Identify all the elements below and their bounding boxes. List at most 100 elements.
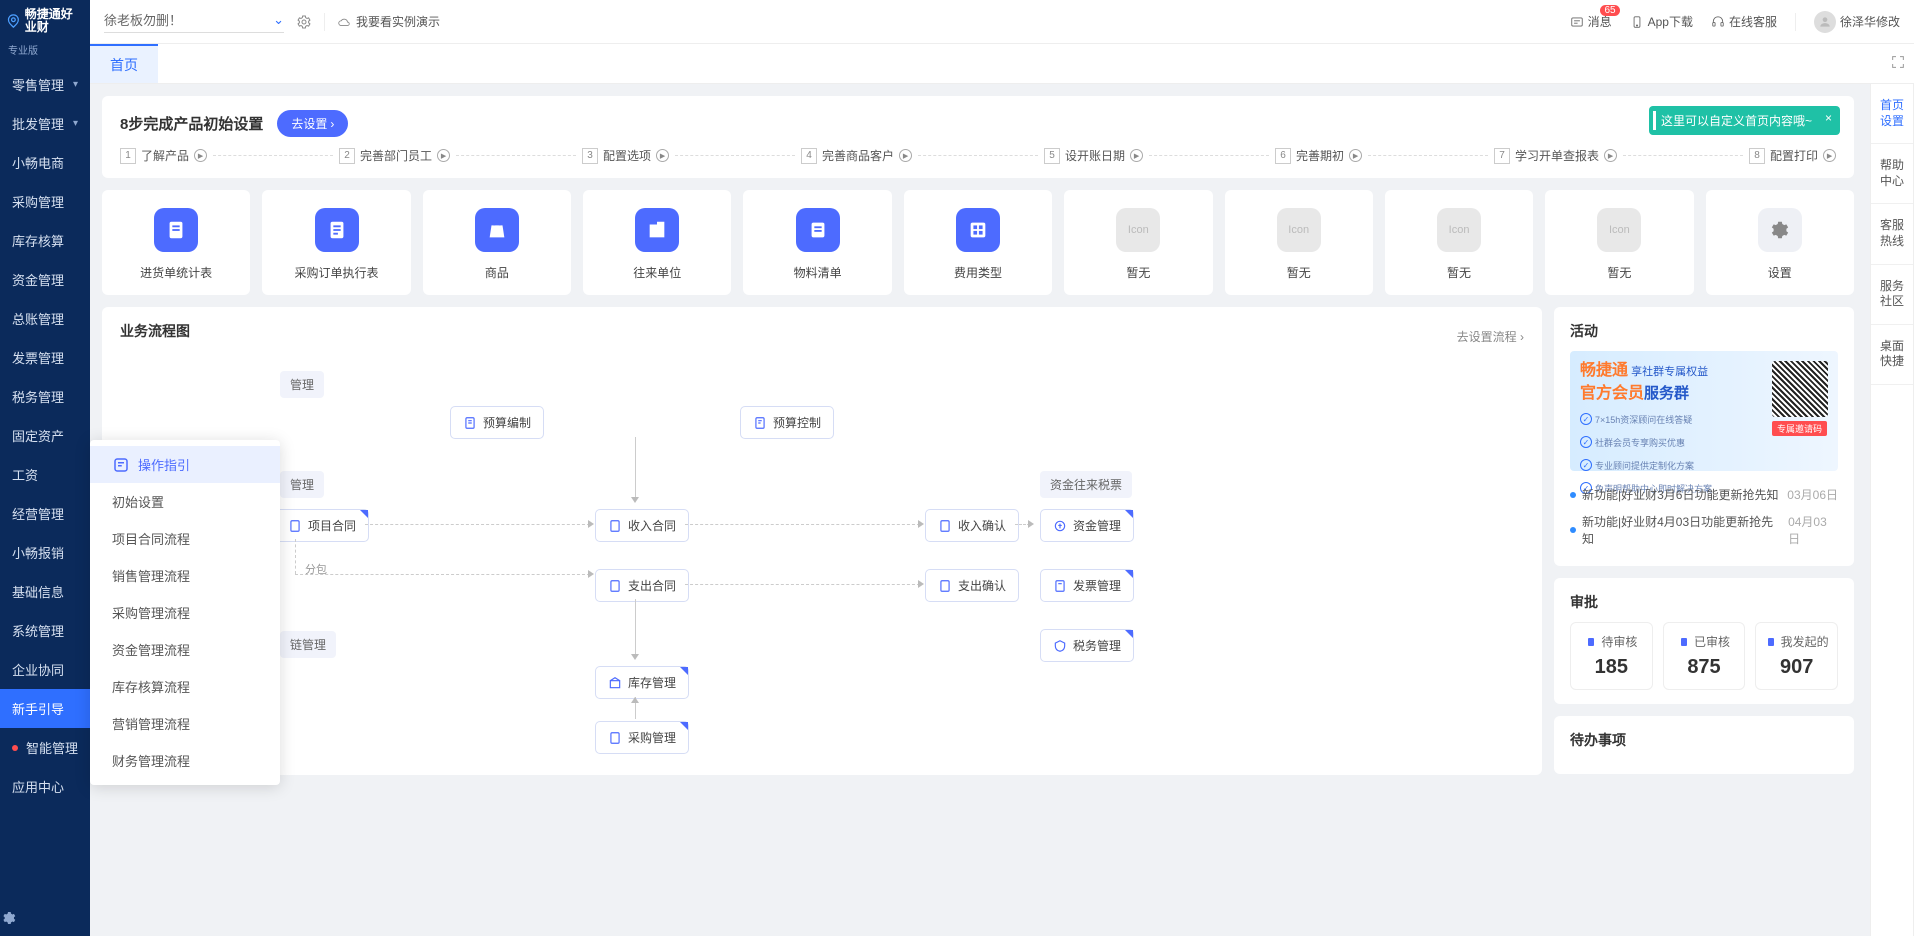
- rail-hotline[interactable]: 客服热线: [1871, 204, 1913, 264]
- guide-icon: [112, 456, 130, 474]
- step-2[interactable]: 2完善部门员工▶: [339, 147, 450, 164]
- setup-steps: 1了解产品▶ 2完善部门员工▶ 3配置选项▶ 4完善商品客户▶ 5设开账日期▶ …: [120, 147, 1836, 164]
- tile-empty-3[interactable]: Icon暂无: [1385, 190, 1533, 295]
- node-stock[interactable]: 库存管理: [595, 666, 689, 699]
- step-1[interactable]: 1了解产品▶: [120, 147, 207, 164]
- online-support-button[interactable]: 在线客服: [1711, 13, 1777, 30]
- guide-head[interactable]: 操作指引: [90, 446, 280, 483]
- guide-marketing[interactable]: 营销管理流程: [90, 705, 280, 742]
- guide-project[interactable]: 项目合同流程: [90, 520, 280, 557]
- app-download-button[interactable]: App下载: [1630, 13, 1693, 30]
- nav-newbie[interactable]: 新手引导: [0, 689, 90, 728]
- go-setup-button[interactable]: 去设置›: [277, 110, 348, 137]
- node-purchase[interactable]: 采购管理: [595, 721, 689, 754]
- nav-funds[interactable]: 资金管理: [0, 260, 90, 299]
- step-4[interactable]: 4完善商品客户▶: [801, 147, 912, 164]
- nav-collab[interactable]: 企业协同: [0, 650, 90, 689]
- step-8[interactable]: 8配置打印▶: [1749, 147, 1836, 164]
- node-tax[interactable]: 税务管理: [1040, 629, 1134, 662]
- brand-name: 畅捷通好业财: [25, 8, 84, 34]
- tip-bubble: 这里可以自定义首页内容哦~ ×: [1649, 106, 1840, 135]
- nav-fixedasset[interactable]: 固定资产: [0, 416, 90, 455]
- news-item-1[interactable]: 新功能|好业财3月6日功能更新抢先知03月06日: [1570, 481, 1838, 508]
- demo-link[interactable]: 我要看实例演示: [337, 13, 440, 30]
- node-funds[interactable]: 资金管理: [1040, 509, 1134, 542]
- fullscreen-icon[interactable]: [1890, 54, 1906, 70]
- nav-salary[interactable]: 工资: [0, 455, 90, 494]
- approval-pending[interactable]: 待审核 185: [1570, 622, 1653, 690]
- nav-operation[interactable]: 经营管理: [0, 494, 90, 533]
- nav-invoice[interactable]: 发票管理: [0, 338, 90, 377]
- step-3[interactable]: 3配置选项▶: [582, 147, 669, 164]
- node-income-confirm[interactable]: 收入确认: [925, 509, 1019, 542]
- guide-sales[interactable]: 销售管理流程: [90, 557, 280, 594]
- nav-system[interactable]: 系统管理: [0, 611, 90, 650]
- tile-po-exec[interactable]: 采购订单执行表: [262, 190, 410, 295]
- cloud-icon: [337, 15, 351, 29]
- tile-partner[interactable]: 往来单位: [583, 190, 731, 295]
- step-6[interactable]: 6完善期初▶: [1275, 147, 1362, 164]
- node-project-contract[interactable]: 项目合同: [275, 509, 369, 542]
- promo-banner[interactable]: 畅捷通 享社群专属权益 官方会员服务群 7×15h资深顾问在线答疑社群会员专享购…: [1570, 351, 1838, 471]
- dot-icon: [12, 745, 18, 751]
- play-icon: ▶: [656, 149, 669, 162]
- rail-home-settings[interactable]: 首页设置: [1871, 84, 1913, 144]
- guide-purchase[interactable]: 采购管理流程: [90, 594, 280, 631]
- rail-community[interactable]: 服务社区: [1871, 265, 1913, 325]
- phone-icon: [1630, 15, 1644, 29]
- node-expense-confirm[interactable]: 支出确认: [925, 569, 1019, 602]
- guide-finance[interactable]: 财务管理流程: [90, 742, 280, 779]
- node-income-contract[interactable]: 收入合同: [595, 509, 689, 542]
- brand-logo[interactable]: 畅捷通好业财: [0, 0, 90, 42]
- guide-funds[interactable]: 资金管理流程: [90, 631, 280, 668]
- nav-retail[interactable]: 零售管理▾: [0, 65, 90, 104]
- nav-purchase[interactable]: 采购管理: [0, 182, 90, 221]
- nav-ledger[interactable]: 总账管理: [0, 299, 90, 338]
- nav-settings-bottom[interactable]: [0, 900, 90, 936]
- nav-ai[interactable]: 智能管理: [0, 728, 90, 767]
- guide-init[interactable]: 初始设置: [90, 483, 280, 520]
- tile-bom[interactable]: 物料清单: [743, 190, 891, 295]
- guide-inventory[interactable]: 库存核算流程: [90, 668, 280, 705]
- tile-purchase-stats[interactable]: 进货单统计表: [102, 190, 250, 295]
- flow-card: 业务流程图 去设置流程 › 管理 管理 链管理 资金往来税票 预算编制 预算控制: [102, 307, 1542, 775]
- dept-selector[interactable]: 徐老板勿删！ ⌄: [104, 10, 284, 33]
- node-budget-edit[interactable]: 预算编制: [450, 406, 544, 439]
- nav-appcenter[interactable]: 应用中心: [0, 767, 90, 806]
- gear-icon: [0, 910, 16, 926]
- tile-feetype[interactable]: 费用类型: [904, 190, 1052, 295]
- user-menu[interactable]: 徐泽华修改: [1814, 11, 1900, 33]
- node-budget-control[interactable]: 预算控制: [740, 406, 834, 439]
- tab-home[interactable]: 首页: [90, 44, 158, 83]
- tile-settings[interactable]: 设置: [1706, 190, 1854, 295]
- news-item-2[interactable]: 新功能|好业财4月03日功能更新抢先知04月03日: [1570, 508, 1838, 552]
- approval-title: 审批: [1570, 592, 1838, 612]
- avatar-icon: [1814, 11, 1836, 33]
- tile-empty-2[interactable]: Icon暂无: [1225, 190, 1373, 295]
- node-invoice[interactable]: 发票管理: [1040, 569, 1134, 602]
- rail-desktop[interactable]: 桌面快捷: [1871, 325, 1913, 385]
- messages-button[interactable]: 消息 65: [1570, 13, 1612, 30]
- approval-mine[interactable]: 我发起的 907: [1755, 622, 1838, 690]
- settings-icon-button[interactable]: [296, 14, 312, 30]
- nav-wholesale[interactable]: 批发管理▾: [0, 104, 90, 143]
- node-expense-contract[interactable]: 支出合同: [595, 569, 689, 602]
- step-7[interactable]: 7学习开单查报表▶: [1494, 147, 1617, 164]
- close-icon[interactable]: ×: [1825, 111, 1832, 125]
- nav-ecommerce[interactable]: 小畅电商: [0, 143, 90, 182]
- approval-done[interactable]: 已审核 875: [1663, 622, 1746, 690]
- tile-empty-1[interactable]: Icon暂无: [1064, 190, 1212, 295]
- flow-diagram: 管理 管理 链管理 资金往来税票 预算编制 预算控制 项目合同 收入合: [120, 351, 1524, 761]
- gear-icon: [296, 14, 312, 30]
- nav-inventory[interactable]: 库存核算: [0, 221, 90, 260]
- nav-tax[interactable]: 税务管理: [0, 377, 90, 416]
- todo-title: 待办事项: [1570, 730, 1838, 750]
- tile-empty-4[interactable]: Icon暂无: [1545, 190, 1693, 295]
- step-5[interactable]: 5设开账日期▶: [1044, 147, 1143, 164]
- tile-product[interactable]: 商品: [423, 190, 571, 295]
- play-icon: ▶: [194, 149, 207, 162]
- nav-baseinfo[interactable]: 基础信息: [0, 572, 90, 611]
- flow-settings-link[interactable]: 去设置流程 ›: [1457, 328, 1524, 345]
- nav-expense[interactable]: 小畅报销: [0, 533, 90, 572]
- rail-help[interactable]: 帮助中心: [1871, 144, 1913, 204]
